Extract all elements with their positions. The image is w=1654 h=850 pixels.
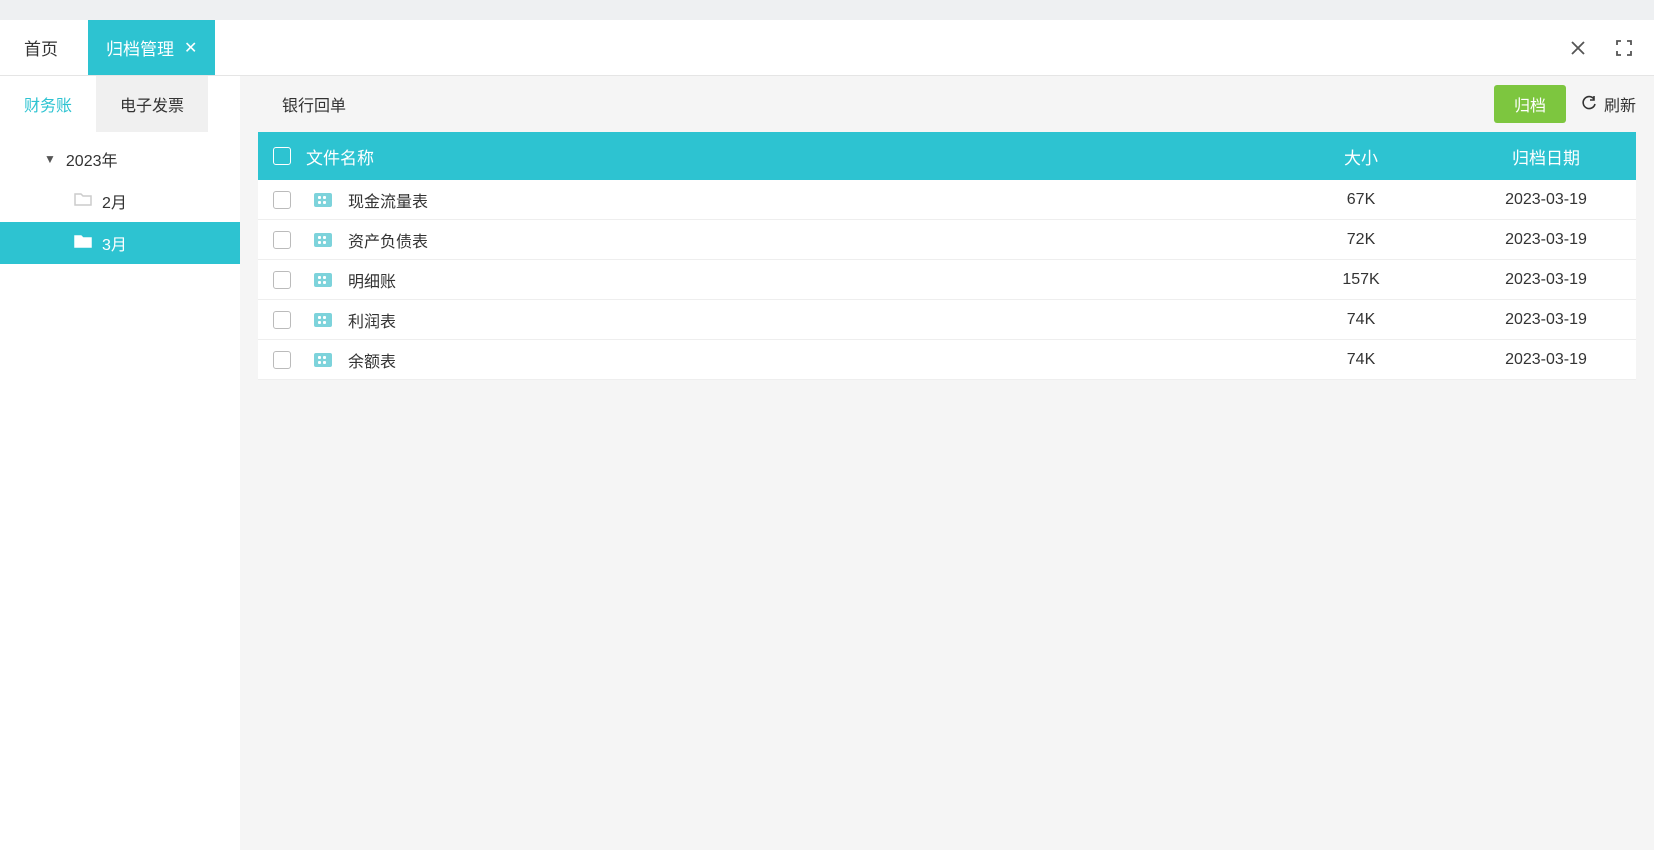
file-icon (314, 313, 332, 327)
archive-button-label: 归档 (1514, 98, 1546, 115)
file-size: 157K (1266, 271, 1456, 289)
row-checkbox[interactable] (273, 191, 291, 209)
sub-tab-bank[interactable]: 银行回单 (258, 92, 370, 116)
file-icon (314, 353, 332, 367)
sub-tabs: 财务账 电子发票 (0, 76, 240, 132)
main-tabs-bar: 首页 归档管理 ✕ (0, 20, 1654, 76)
window-controls (1558, 20, 1654, 75)
header-date: 归档日期 (1456, 144, 1636, 169)
tree-year-label: 2023年 (66, 147, 118, 171)
sub-tab-einvoice-label: 电子发票 (120, 92, 184, 116)
header-size: 大小 (1266, 144, 1456, 169)
file-size: 72K (1266, 231, 1456, 249)
file-size: 74K (1266, 351, 1456, 369)
sub-tab-einvoice[interactable]: 电子发票 (96, 76, 208, 132)
file-date: 2023-03-19 (1456, 191, 1636, 209)
row-checkbox[interactable] (273, 351, 291, 369)
table-row[interactable]: 资产负债表 72K2023-03-19 (258, 220, 1636, 260)
row-checkbox[interactable] (273, 231, 291, 249)
tree-year-node[interactable]: ▼ 2023年 (0, 138, 240, 180)
folder-icon (74, 192, 92, 211)
file-table: 文件名称 大小 归档日期 现金流量表67K2023-03-19资产负债表72K2… (240, 132, 1654, 850)
content-area: 银行回单 归档 刷新 文件名称 大小 归档日期 (240, 76, 1654, 850)
tab-archive-management[interactable]: 归档管理 ✕ (88, 20, 215, 75)
archive-button[interactable]: 归档 (1494, 85, 1566, 123)
file-date: 2023-03-19 (1456, 351, 1636, 369)
refresh-icon (1580, 95, 1598, 113)
refresh-button[interactable]: 刷新 (1580, 92, 1636, 116)
file-size: 67K (1266, 191, 1456, 209)
tree-month-mar[interactable]: 3月 (0, 222, 240, 264)
file-icon (314, 273, 332, 287)
select-all-checkbox[interactable] (273, 147, 291, 165)
file-date: 2023-03-19 (1456, 311, 1636, 329)
file-date: 2023-03-19 (1456, 231, 1636, 249)
chevron-down-icon: ▼ (44, 152, 56, 166)
sub-tab-finance[interactable]: 财务账 (0, 76, 96, 132)
file-name: 现金流量表 (348, 188, 428, 212)
close-tab-icon[interactable]: ✕ (184, 38, 197, 58)
tree-month-feb[interactable]: 2月 (0, 180, 240, 222)
tab-home[interactable]: 首页 (0, 20, 82, 75)
table-row[interactable]: 明细账 157K2023-03-19 (258, 260, 1636, 300)
tab-archive-label: 归档管理 (106, 35, 174, 60)
file-name: 余额表 (348, 348, 396, 372)
table-row[interactable]: 利润表 74K2023-03-19 (258, 300, 1636, 340)
sub-tab-finance-label: 财务账 (24, 92, 72, 116)
tree-month-feb-label: 2月 (102, 189, 127, 213)
sub-tab-bank-label: 银行回单 (282, 92, 346, 116)
file-name: 资产负债表 (348, 228, 428, 252)
folder-icon (74, 234, 92, 253)
refresh-label: 刷新 (1604, 92, 1636, 116)
toolbar: 银行回单 归档 刷新 (240, 76, 1654, 132)
tab-home-label: 首页 (24, 35, 58, 60)
file-name: 明细账 (348, 268, 396, 292)
close-window-button[interactable] (1558, 28, 1598, 68)
table-row[interactable]: 现金流量表 67K2023-03-19 (258, 180, 1636, 220)
file-date: 2023-03-19 (1456, 271, 1636, 289)
table-row[interactable]: 余额表 74K2023-03-19 (258, 340, 1636, 380)
file-icon (314, 233, 332, 247)
file-name: 利润表 (348, 308, 396, 332)
folder-tree: ▼ 2023年 2月 3月 (0, 132, 240, 264)
file-size: 74K (1266, 311, 1456, 329)
fullscreen-button[interactable] (1604, 28, 1644, 68)
row-checkbox[interactable] (273, 311, 291, 329)
table-header-row: 文件名称 大小 归档日期 (258, 132, 1636, 180)
file-icon (314, 193, 332, 207)
tree-month-mar-label: 3月 (102, 231, 127, 255)
sidebar: 财务账 电子发票 ▼ 2023年 2月 (0, 76, 240, 850)
window-top-strip (0, 0, 1654, 20)
row-checkbox[interactable] (273, 271, 291, 289)
header-name: 文件名称 (306, 144, 1266, 169)
